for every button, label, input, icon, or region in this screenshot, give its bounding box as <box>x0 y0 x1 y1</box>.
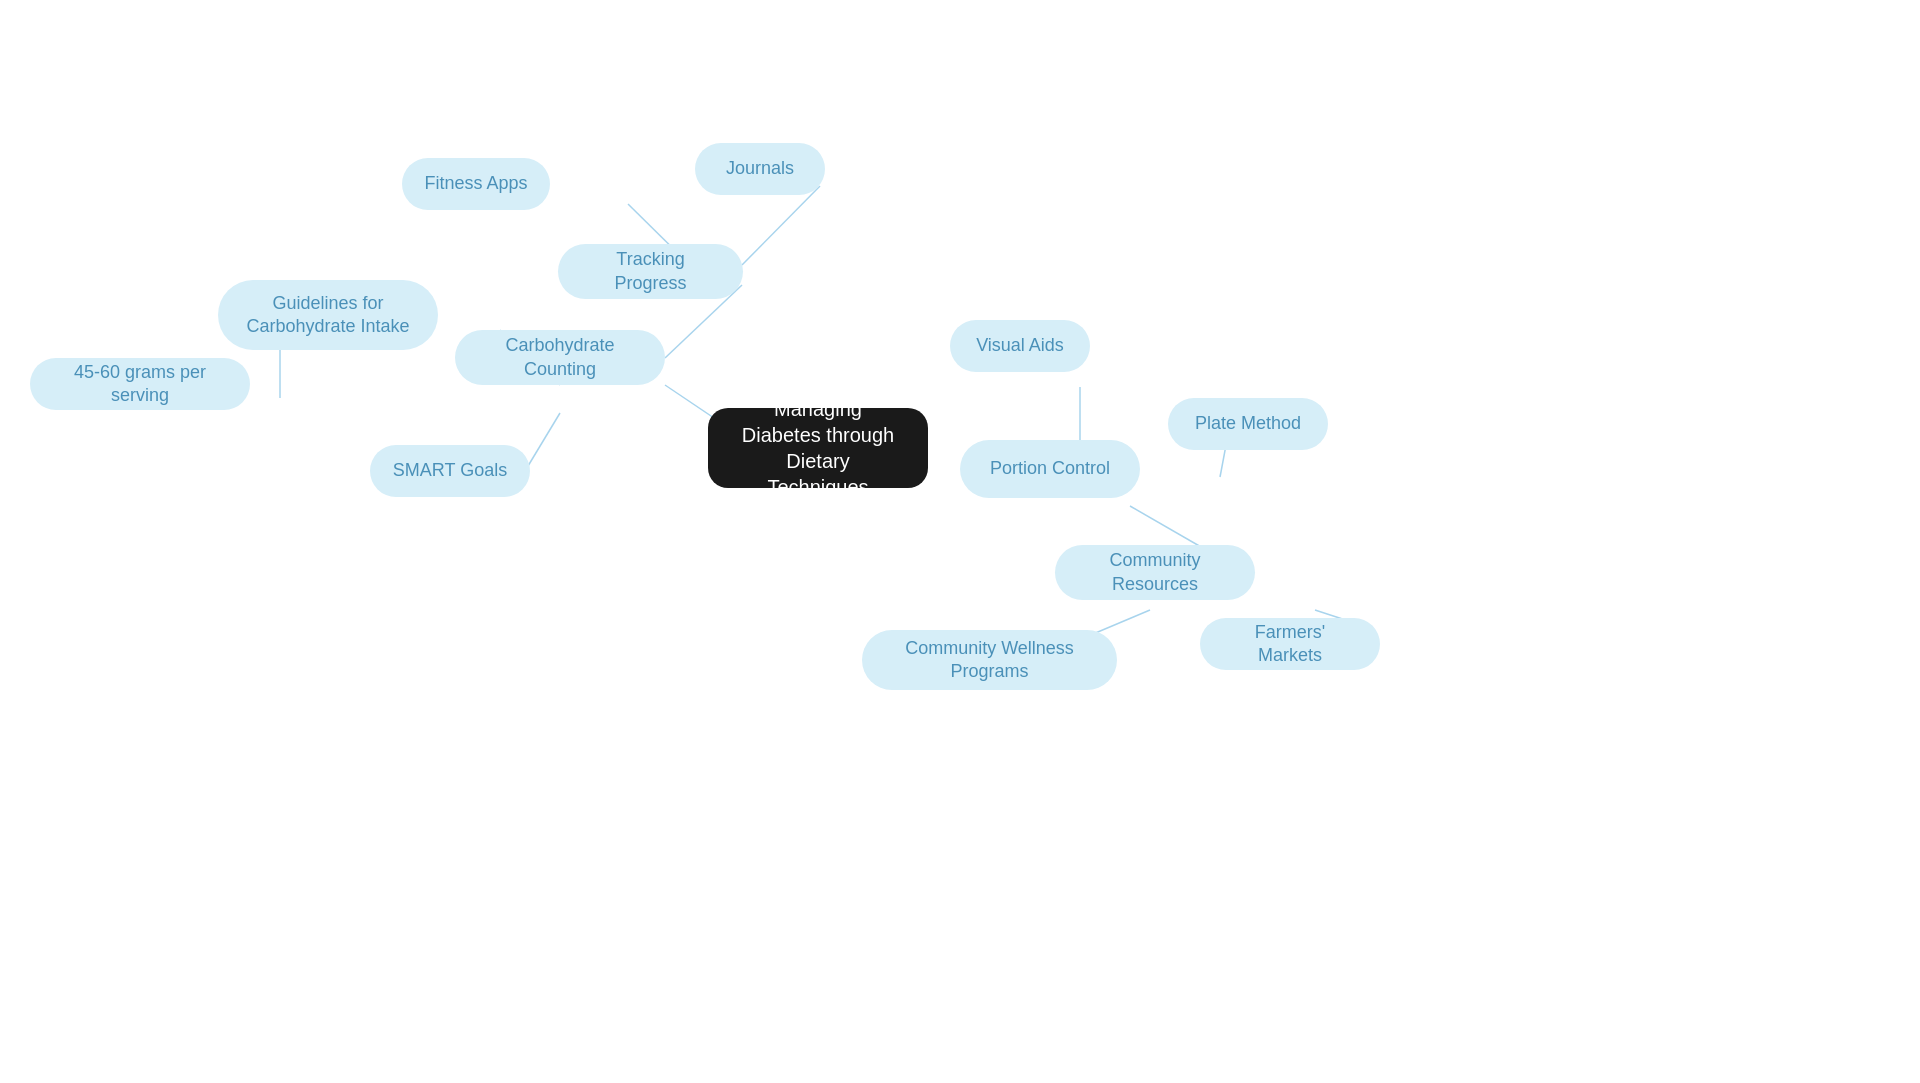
plate-method-node[interactable]: Plate Method <box>1168 398 1328 450</box>
community-wellness-label: Community Wellness Programs <box>884 637 1095 684</box>
center-node-label: Managing Diabetes through Dietary Techni… <box>738 396 898 500</box>
tracking-progress-label: Tracking Progress <box>580 248 721 295</box>
community-resources-label: Community Resources <box>1077 549 1233 596</box>
farmers-markets-label: Farmers' Markets <box>1222 621 1358 668</box>
portion-control-label: Portion Control <box>990 457 1110 480</box>
carbohydrate-counting-node[interactable]: Carbohydrate Counting <box>455 330 665 385</box>
journals-label: Journals <box>726 157 794 180</box>
grams-serving-node[interactable]: 45-60 grams per serving <box>30 358 250 410</box>
visual-aids-label: Visual Aids <box>976 334 1064 357</box>
journals-node[interactable]: Journals <box>695 143 825 195</box>
community-resources-node[interactable]: Community Resources <box>1055 545 1255 600</box>
plate-method-label: Plate Method <box>1195 412 1301 435</box>
grams-serving-label: 45-60 grams per serving <box>52 361 228 408</box>
center-node[interactable]: Managing Diabetes through Dietary Techni… <box>708 408 928 488</box>
tracking-progress-node[interactable]: Tracking Progress <box>558 244 743 299</box>
guidelines-carb-node[interactable]: Guidelines for Carbohydrate Intake <box>218 280 438 350</box>
guidelines-carb-label: Guidelines for Carbohydrate Intake <box>240 292 416 339</box>
smart-goals-node[interactable]: SMART Goals <box>370 445 530 497</box>
smart-goals-label: SMART Goals <box>393 459 507 482</box>
svg-line-6 <box>525 413 560 471</box>
fitness-apps-node[interactable]: Fitness Apps <box>402 158 550 210</box>
carbohydrate-counting-label: Carbohydrate Counting <box>477 334 643 381</box>
mind-map-container: Managing Diabetes through Dietary Techni… <box>0 0 1920 1083</box>
svg-line-2 <box>742 186 820 265</box>
portion-control-node[interactable]: Portion Control <box>960 440 1140 498</box>
visual-aids-node[interactable]: Visual Aids <box>950 320 1090 372</box>
community-wellness-node[interactable]: Community Wellness Programs <box>862 630 1117 690</box>
connections-svg <box>0 0 1920 1083</box>
fitness-apps-label: Fitness Apps <box>424 172 527 195</box>
farmers-markets-node[interactable]: Farmers' Markets <box>1200 618 1380 670</box>
